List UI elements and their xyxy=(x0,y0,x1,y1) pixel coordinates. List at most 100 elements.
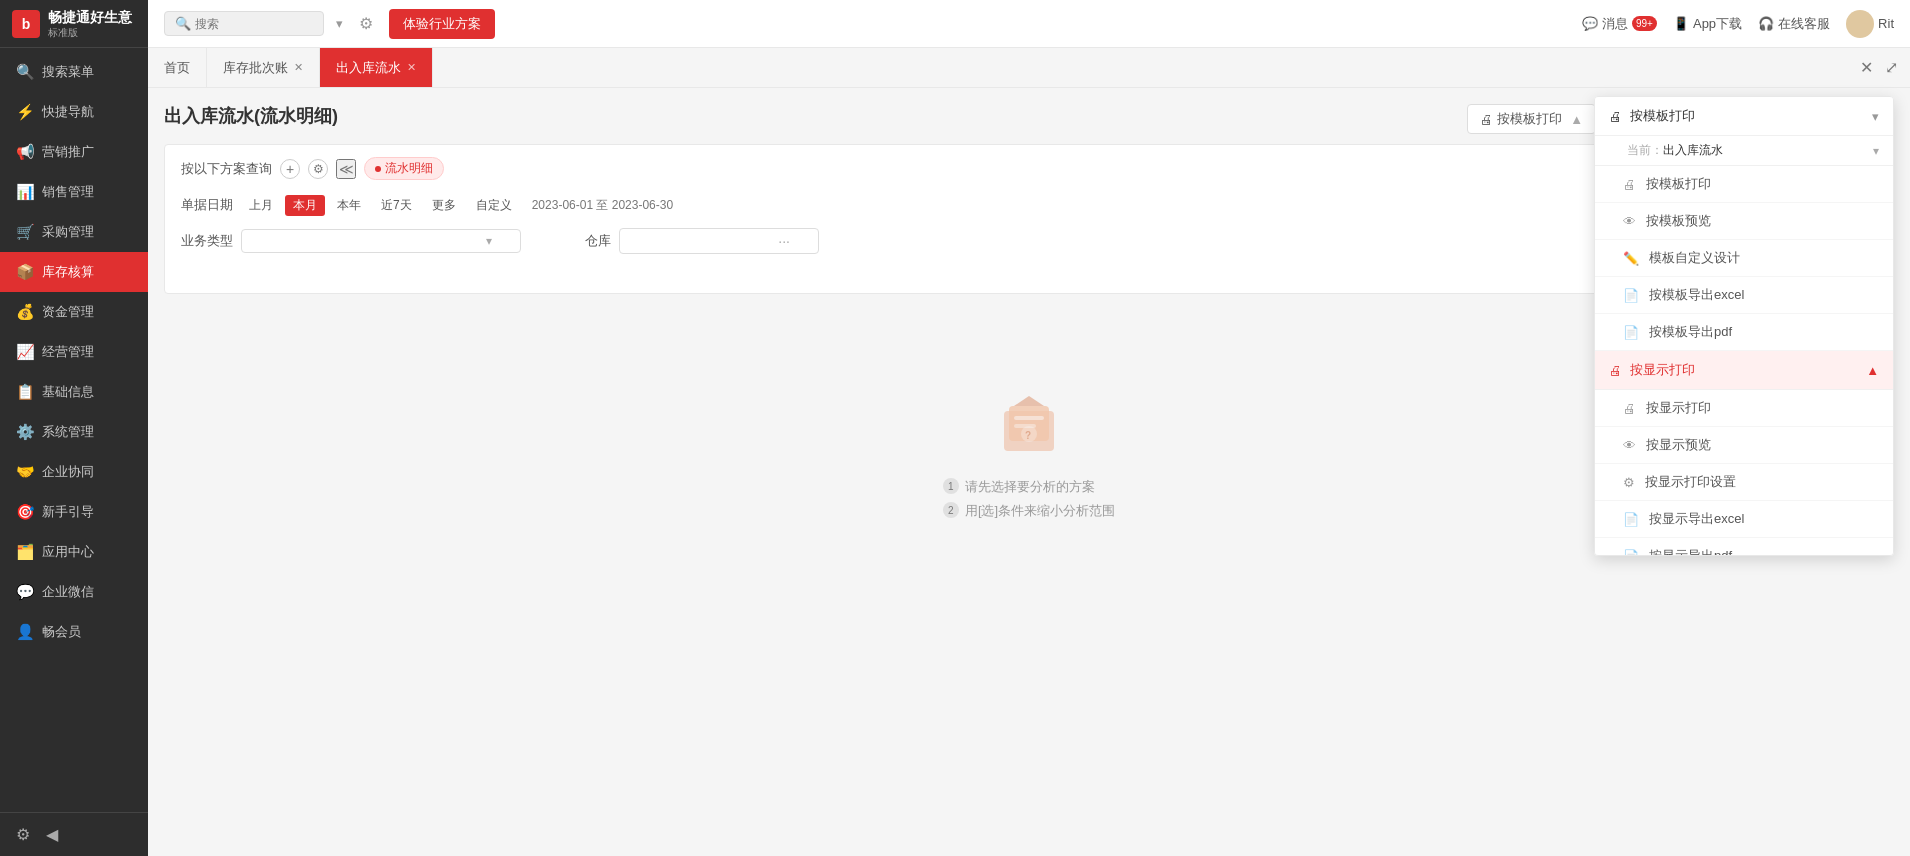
sidebar-item-search[interactable]: 🔍 搜索菜单 xyxy=(0,52,148,92)
logo-icon: b xyxy=(12,10,40,38)
header-gear-icon[interactable]: ⚙ xyxy=(359,14,373,33)
display-preview-item-label: 按显示预览 xyxy=(1646,436,1711,454)
svg-marker-4 xyxy=(1014,396,1044,406)
display-export-excel-icon: 📄 xyxy=(1623,512,1639,527)
message-icon: 💬 xyxy=(1582,16,1598,31)
date-option-current-year[interactable]: 本年 xyxy=(329,195,369,216)
sidebar-item-label: 应用中心 xyxy=(42,543,94,561)
sidebar-item-system[interactable]: ⚙️ 系统管理 xyxy=(0,412,148,452)
dropdown-item-display-preview[interactable]: 👁 按显示预览 xyxy=(1595,427,1893,464)
sidebar-item-operations[interactable]: 📈 经营管理 xyxy=(0,332,148,372)
finance-icon: 💰 xyxy=(16,303,34,321)
empty-tips: 1 请先选择要分析的方案 2 用[选]条件来缩小分析范围 xyxy=(943,478,1115,526)
dropdown-item-template-customize[interactable]: ✏️ 模板自定义设计 xyxy=(1595,240,1893,277)
sidebar-item-basic[interactable]: 📋 基础信息 xyxy=(0,372,148,412)
display-print-section-header[interactable]: 🖨 按显示打印 ▲ xyxy=(1595,351,1893,390)
warehouse-more-btn[interactable]: ··· xyxy=(778,233,790,249)
message-btn[interactable]: 💬 消息 99+ xyxy=(1582,15,1657,33)
tab-close-all-btn[interactable]: ✕ xyxy=(1856,54,1877,81)
dropdown-item-template-print[interactable]: 🖨 按模板打印 xyxy=(1595,166,1893,203)
sidebar-item-label: 企业协同 xyxy=(42,463,94,481)
user-profile-btn[interactable]: Rit xyxy=(1846,10,1894,38)
current-template-arrow[interactable]: ▾ xyxy=(1873,144,1879,158)
dropdown-item-template-export-pdf[interactable]: 📄 按模板导出pdf xyxy=(1595,314,1893,351)
filter-tag-label: 流水明细 xyxy=(385,160,433,177)
printer-icon: 🖨 xyxy=(1480,112,1493,127)
search-icon: 🔍 xyxy=(175,16,191,31)
message-label: 消息 xyxy=(1602,15,1628,33)
search-icon: 🔍 xyxy=(16,63,34,81)
sidebar-item-label: 系统管理 xyxy=(42,423,94,441)
sidebar-item-quick-nav[interactable]: ⚡ 快捷导航 xyxy=(0,92,148,132)
date-option-custom[interactable]: 自定义 xyxy=(468,195,520,216)
filter-business-type-select[interactable]: ▾ xyxy=(241,229,521,253)
search-dropdown-icon[interactable]: ▾ xyxy=(336,16,343,31)
template-print-section-header[interactable]: 🖨 按模板打印 ▾ xyxy=(1595,97,1893,136)
app-download-btn[interactable]: 📱 App下载 xyxy=(1673,15,1742,33)
industry-solution-button[interactable]: 体验行业方案 xyxy=(389,9,495,39)
sidebar-item-purchase[interactable]: 🛒 采购管理 xyxy=(0,212,148,252)
sales-icon: 📊 xyxy=(16,183,34,201)
date-option-last-month[interactable]: 上月 xyxy=(241,195,281,216)
display-export-pdf-label: 按显示导出pdf xyxy=(1649,547,1732,556)
sidebar-item-appstore[interactable]: 🗂️ 应用中心 xyxy=(0,532,148,572)
template-print-collapse-icon[interactable]: ▾ xyxy=(1872,109,1879,124)
dropdown-item-display-export-excel[interactable]: 📄 按显示导出excel xyxy=(1595,501,1893,538)
sidebar-item-wechat[interactable]: 💬 企业微信 xyxy=(0,572,148,612)
display-print-settings-icon: ⚙ xyxy=(1623,475,1635,490)
dropdown-item-template-export-excel[interactable]: 📄 按模板导出excel xyxy=(1595,277,1893,314)
sidebar-item-inventory[interactable]: 📦 库存核算 xyxy=(0,252,148,292)
top-header: 🔍 ▾ ⚙ 体验行业方案 💬 消息 99+ 📱 App下载 🎧 在线客服 Rit xyxy=(148,0,1910,48)
dropdown-item-display-export-pdf[interactable]: 📄 按显示导出pdf xyxy=(1595,538,1893,556)
display-preview-item-icon: 👁 xyxy=(1623,438,1636,453)
inventory-icon: 📦 xyxy=(16,263,34,281)
dropdown-item-display-print[interactable]: 🖨 按显示打印 xyxy=(1595,390,1893,427)
display-print-collapse-icon[interactable]: ▲ xyxy=(1866,363,1879,378)
template-export-pdf-icon: 📄 xyxy=(1623,325,1639,340)
search-input[interactable] xyxy=(195,17,305,31)
template-export-excel-label: 按模板导出excel xyxy=(1649,286,1744,304)
tab-inventory-flow-label: 出入库流水 xyxy=(336,59,401,77)
tab-bar: 首页 库存批次账 ✕ 出入库流水 ✕ ✕ ⤢ xyxy=(148,48,1910,88)
tab-home[interactable]: 首页 xyxy=(148,48,207,87)
template-print-btn[interactable]: 🖨 按模板打印 ▲ xyxy=(1467,104,1596,134)
filter-add-btn[interactable]: + xyxy=(280,159,300,179)
filter-tag[interactable]: 流水明细 xyxy=(364,157,444,180)
tab-inventory-flow-close[interactable]: ✕ xyxy=(407,61,416,74)
filter-collapse-btn[interactable]: ≪ xyxy=(336,159,356,179)
date-option-7days[interactable]: 近7天 xyxy=(373,195,420,216)
template-preview-item-label: 按模板预览 xyxy=(1646,212,1711,230)
sidebar-item-finance[interactable]: 💰 资金管理 xyxy=(0,292,148,332)
sidebar-item-sales[interactable]: 📊 销售管理 xyxy=(0,172,148,212)
template-print-dropdown-icon[interactable]: ▲ xyxy=(1570,112,1583,127)
current-template-prefix: 当前： xyxy=(1627,142,1663,159)
tab-batch-account[interactable]: 库存批次账 ✕ xyxy=(207,48,320,87)
filter-warehouse-select[interactable]: ··· xyxy=(619,228,819,254)
tab-maximize-btn[interactable]: ⤢ xyxy=(1881,54,1902,81)
date-option-current-month[interactable]: 本月 xyxy=(285,195,325,216)
sidebar-item-marketing[interactable]: 📢 营销推广 xyxy=(0,132,148,172)
template-export-excel-icon: 📄 xyxy=(1623,288,1639,303)
sidebar-item-enterprise[interactable]: 🤝 企业协同 xyxy=(0,452,148,492)
settings-footer-btn[interactable]: ⚙ xyxy=(16,825,30,844)
filter-gear-btn[interactable]: ⚙ xyxy=(308,159,328,179)
tab-batch-account-label: 库存批次账 xyxy=(223,59,288,77)
dropdown-item-template-preview[interactable]: 👁 按模板预览 xyxy=(1595,203,1893,240)
date-option-more[interactable]: 更多 xyxy=(424,195,464,216)
online-service-btn[interactable]: 🎧 在线客服 xyxy=(1758,15,1830,33)
display-print-settings-label: 按显示打印设置 xyxy=(1645,473,1736,491)
display-print-section-icon: 🖨 xyxy=(1609,363,1622,378)
sidebar-item-member[interactable]: 👤 畅会员 xyxy=(0,612,148,652)
header-search-box[interactable]: 🔍 xyxy=(164,11,324,36)
dropdown-item-display-print-settings[interactable]: ⚙ 按显示打印设置 xyxy=(1595,464,1893,501)
tab-batch-account-close[interactable]: ✕ xyxy=(294,61,303,74)
template-preview-item-icon: 👁 xyxy=(1623,214,1636,229)
tab-inventory-flow[interactable]: 出入库流水 ✕ xyxy=(320,48,433,87)
basic-icon: 📋 xyxy=(16,383,34,401)
purchase-icon: 🛒 xyxy=(16,223,34,241)
sidebar-item-label: 营销推广 xyxy=(42,143,94,161)
sidebar-item-label: 新手引导 xyxy=(42,503,94,521)
filter-business-type-label: 业务类型 xyxy=(181,232,233,250)
collapse-sidebar-btn[interactable]: ◀ xyxy=(46,825,58,844)
sidebar-item-guide[interactable]: 🎯 新手引导 xyxy=(0,492,148,532)
